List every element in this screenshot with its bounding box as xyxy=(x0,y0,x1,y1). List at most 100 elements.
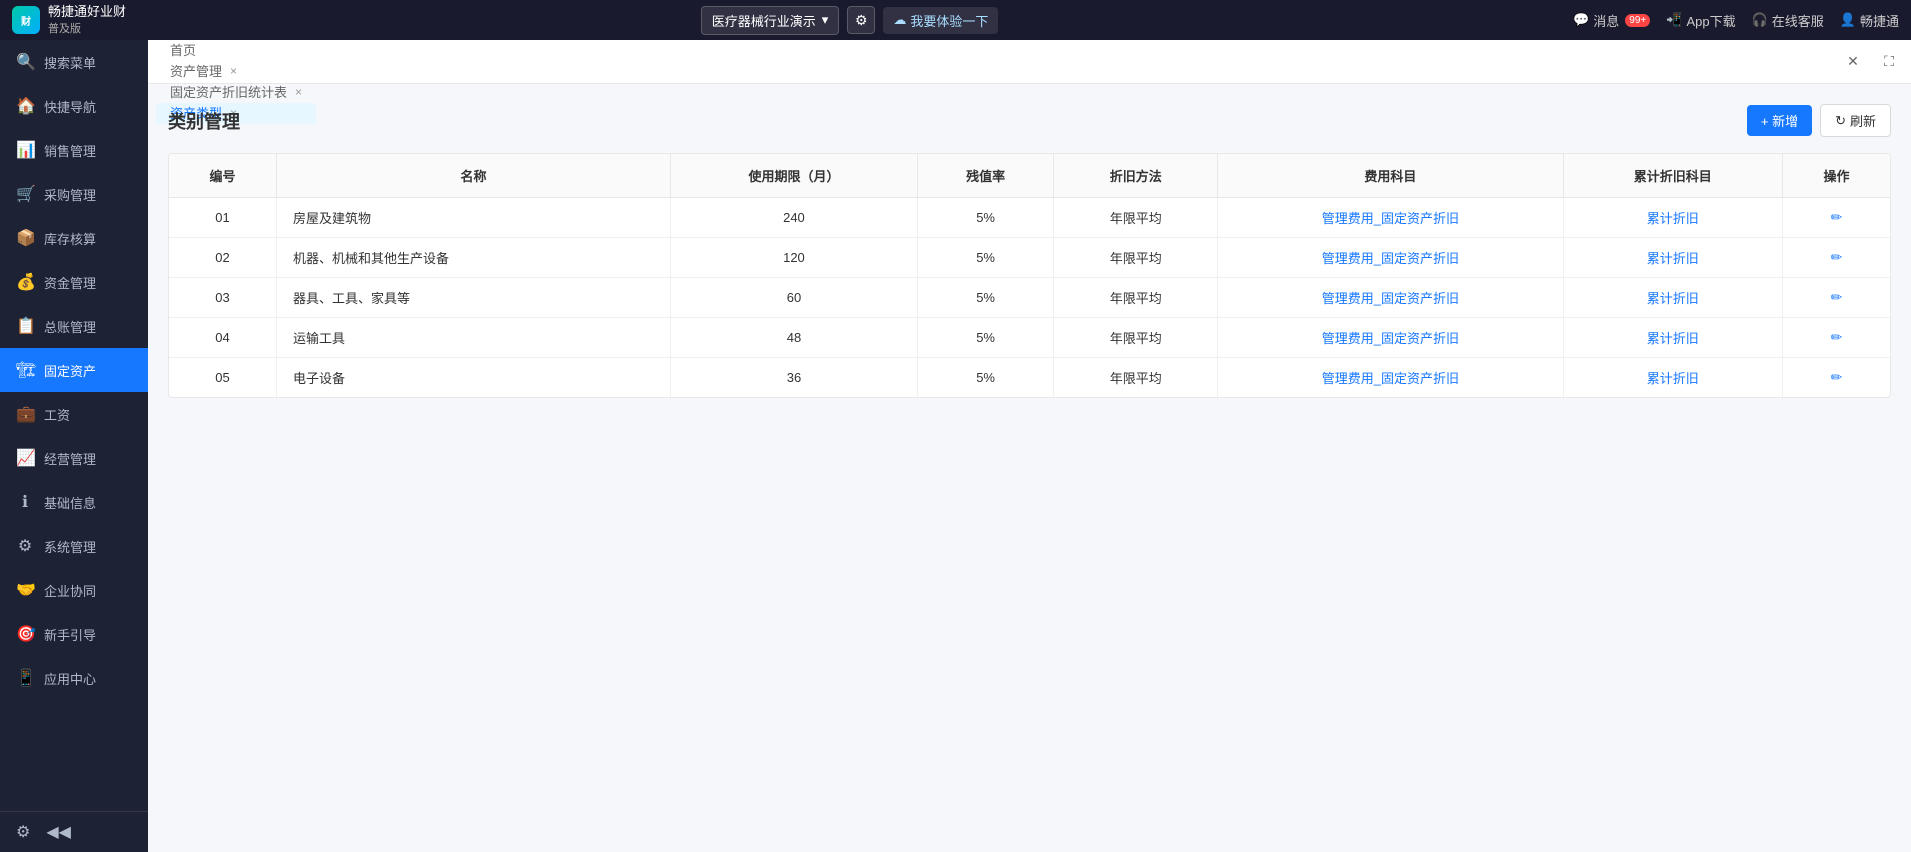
sidebar-item-ledger[interactable]: 📋 总账管理 xyxy=(0,304,148,348)
cell-expense_account-1[interactable]: 管理费用_固定资产折旧 xyxy=(1218,238,1563,278)
tab-label-home: 首页 xyxy=(170,40,196,59)
cell-accumulated_account-3[interactable]: 累计折旧 xyxy=(1563,318,1782,358)
sidebar-items: 🔍 搜索菜单 🏠 快捷导航 📊 销售管理 🛒 采购管理 📦 库存核算 💰 资金管… xyxy=(0,40,148,700)
online-service-button[interactable]: 🎧 在线客服 xyxy=(1752,11,1824,30)
cell-depreciation_method-2: 年限平均 xyxy=(1054,278,1218,318)
table-row: 04运输工具485%年限平均管理费用_固定资产折旧累计折旧✏ xyxy=(169,318,1890,358)
cell-operation-3[interactable]: ✏ xyxy=(1782,318,1890,358)
experience-button[interactable]: ☁ 我要体验一下 xyxy=(883,7,998,34)
edit-icon-2[interactable]: ✏ xyxy=(1831,289,1843,305)
cell-name-4: 电子设备 xyxy=(277,358,671,398)
sidebar-label-operations: 经营管理 xyxy=(44,449,96,468)
accumulated-account-link-4[interactable]: 累计折旧 xyxy=(1647,371,1699,386)
expense-account-link-4[interactable]: 管理费用_固定资产折旧 xyxy=(1322,371,1459,386)
sidebar-label-search: 搜索菜单 xyxy=(44,53,96,72)
cell-accumulated_account-0[interactable]: 累计折旧 xyxy=(1563,198,1782,238)
page-title: 类别管理 xyxy=(168,108,240,134)
industry-selector[interactable]: 医疗器械行业演示 ▾ xyxy=(701,6,840,35)
sidebar-item-app-center[interactable]: 📱 应用中心 xyxy=(0,656,148,700)
sidebar-item-sales[interactable]: 📊 销售管理 xyxy=(0,128,148,172)
accumulated-account-link-0[interactable]: 累计折旧 xyxy=(1647,211,1699,226)
edit-icon-1[interactable]: ✏ xyxy=(1831,249,1843,265)
sidebar-item-payroll[interactable]: 💼 工资 xyxy=(0,392,148,436)
expense-account-link-2[interactable]: 管理费用_固定资产折旧 xyxy=(1322,291,1459,306)
cell-accumulated_account-1[interactable]: 累计折旧 xyxy=(1563,238,1782,278)
col-header-depreciation_method: 折旧方法 xyxy=(1054,154,1218,198)
cell-operation-0[interactable]: ✏ xyxy=(1782,198,1890,238)
cell-residual_rate-2: 5% xyxy=(917,278,1053,318)
sidebar-item-fixed-assets[interactable]: 🏗 固定资产 xyxy=(0,348,148,392)
sidebar-label-system: 系统管理 xyxy=(44,537,96,556)
sidebar-label-quick-nav: 快捷导航 xyxy=(44,97,96,116)
col-header-period: 使用期限（月） xyxy=(670,154,917,198)
sidebar-item-funds[interactable]: 💰 资金管理 xyxy=(0,260,148,304)
expand-tab-button[interactable]: ⛶ xyxy=(1875,48,1903,76)
cell-operation-1[interactable]: ✏ xyxy=(1782,238,1890,278)
sidebar-icon-payroll: 💼 xyxy=(16,404,34,424)
new-button[interactable]: + 新增 xyxy=(1747,105,1812,136)
sidebar-label-basic-info: 基础信息 xyxy=(44,493,96,512)
accumulated-account-link-1[interactable]: 累计折旧 xyxy=(1647,251,1699,266)
logo-icon: 财 xyxy=(12,6,40,34)
tab-close-asset-management[interactable]: × xyxy=(230,64,237,78)
sidebar-icon-inventory: 📦 xyxy=(16,228,34,248)
edit-icon-0[interactable]: ✏ xyxy=(1831,209,1843,225)
sidebar-item-guide[interactable]: 🎯 新手引导 xyxy=(0,612,148,656)
sidebar-item-cooperation[interactable]: 🤝 企业协同 xyxy=(0,568,148,612)
cell-depreciation_method-1: 年限平均 xyxy=(1054,238,1218,278)
sidebar-item-purchase[interactable]: 🛒 采购管理 xyxy=(0,172,148,216)
refresh-button[interactable]: ↻ 刷新 xyxy=(1820,104,1891,137)
cell-expense_account-3[interactable]: 管理费用_固定资产折旧 xyxy=(1218,318,1563,358)
cell-name-0: 房屋及建筑物 xyxy=(277,198,671,238)
cell-expense_account-4[interactable]: 管理费用_固定资产折旧 xyxy=(1218,358,1563,398)
accumulated-account-link-2[interactable]: 累计折旧 xyxy=(1647,291,1699,306)
sidebar-item-quick-nav[interactable]: 🏠 快捷导航 xyxy=(0,84,148,128)
content-area: 首页资产管理×固定资产折旧统计表×资产类型× ✕ ⛶ 类别管理 + 新增 ↻ 刷… xyxy=(148,40,1911,852)
expense-account-link-3[interactable]: 管理费用_固定资产折旧 xyxy=(1322,331,1459,346)
notifications-label: 消息 xyxy=(1593,11,1619,30)
cell-accumulated_account-2[interactable]: 累计折旧 xyxy=(1563,278,1782,318)
app-name: 畅捷通好业财 xyxy=(48,4,126,20)
sidebar-item-basic-info[interactable]: ℹ 基础信息 xyxy=(0,480,148,524)
expense-account-link-1[interactable]: 管理费用_固定资产折旧 xyxy=(1322,251,1459,266)
cell-depreciation_method-3: 年限平均 xyxy=(1054,318,1218,358)
edit-icon-3[interactable]: ✏ xyxy=(1831,329,1843,345)
notifications-badge: 99+ xyxy=(1625,14,1650,27)
cell-period-1: 120 xyxy=(670,238,917,278)
app-download-button[interactable]: 📲 App下载 xyxy=(1666,11,1735,30)
cell-depreciation_method-4: 年限平均 xyxy=(1054,358,1218,398)
sidebar-icon-system: ⚙ xyxy=(16,536,34,556)
settings-button[interactable]: ⚙ xyxy=(847,6,875,34)
cell-period-0: 240 xyxy=(670,198,917,238)
sidebar-item-inventory[interactable]: 📦 库存核算 xyxy=(0,216,148,260)
tab-asset-management[interactable]: 资产管理× xyxy=(156,61,316,82)
sidebar-item-search[interactable]: 🔍 搜索菜单 xyxy=(0,40,148,84)
accumulated-account-link-3[interactable]: 累计折旧 xyxy=(1647,331,1699,346)
sidebar: 🔍 搜索菜单 🏠 快捷导航 📊 销售管理 🛒 采购管理 📦 库存核算 💰 资金管… xyxy=(0,40,148,852)
settings-bottom-icon[interactable]: ⚙ xyxy=(16,822,30,842)
collapse-icon[interactable]: ◀◀ xyxy=(46,822,71,842)
close-tab-button[interactable]: ✕ xyxy=(1839,48,1867,76)
user-menu[interactable]: 👤 畅捷通 xyxy=(1840,11,1899,30)
cell-residual_rate-3: 5% xyxy=(917,318,1053,358)
app-edition: 普及版 xyxy=(48,20,126,36)
top-bar: 财 畅捷通好业财 普及版 医疗器械行业演示 ▾ ⚙ ☁ 我要体验一下 💬 消息 … xyxy=(0,0,1911,40)
sidebar-icon-guide: 🎯 xyxy=(16,624,34,644)
col-header-expense_account: 费用科目 xyxy=(1218,154,1563,198)
cell-expense_account-2[interactable]: 管理费用_固定资产折旧 xyxy=(1218,278,1563,318)
table-row: 02机器、机械和其他生产设备1205%年限平均管理费用_固定资产折旧累计折旧✏ xyxy=(169,238,1890,278)
cell-operation-2[interactable]: ✏ xyxy=(1782,278,1890,318)
cell-expense_account-0[interactable]: 管理费用_固定资产折旧 xyxy=(1218,198,1563,238)
table-container: 编号名称使用期限（月）残值率折旧方法费用科目累计折旧科目操作 01房屋及建筑物2… xyxy=(168,153,1891,398)
cell-operation-4[interactable]: ✏ xyxy=(1782,358,1890,398)
table-header: 编号名称使用期限（月）残值率折旧方法费用科目累计折旧科目操作 xyxy=(169,154,1890,198)
sidebar-item-system[interactable]: ⚙ 系统管理 xyxy=(0,524,148,568)
expense-account-link-0[interactable]: 管理费用_固定资产折旧 xyxy=(1322,211,1459,226)
notifications-button[interactable]: 💬 消息 99+ xyxy=(1573,11,1650,30)
cell-accumulated_account-4[interactable]: 累计折旧 xyxy=(1563,358,1782,398)
sidebar-item-operations[interactable]: 📈 经营管理 xyxy=(0,436,148,480)
edit-icon-4[interactable]: ✏ xyxy=(1831,369,1843,385)
sidebar-icon-search: 🔍 xyxy=(16,52,34,72)
cell-code-4: 05 xyxy=(169,358,277,398)
tab-home[interactable]: 首页 xyxy=(156,40,316,61)
